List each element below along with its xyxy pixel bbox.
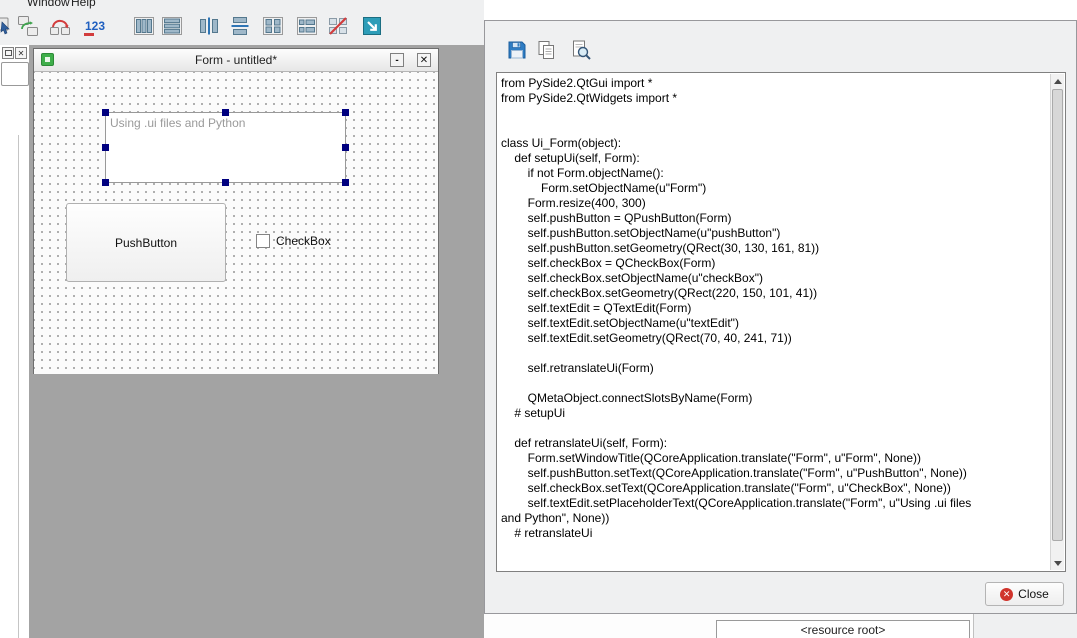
- layout-horizontal-splitter-icon[interactable]: [197, 14, 221, 38]
- view-code-dialog: from PySide2.QtGui import * from PySide2…: [484, 20, 1077, 614]
- minimize-button[interactable]: -: [390, 53, 404, 67]
- code-editor[interactable]: from PySide2.QtGui import * from PySide2…: [496, 72, 1066, 572]
- selection-handle[interactable]: [222, 109, 229, 116]
- save-icon[interactable]: [505, 38, 529, 62]
- mdi-area: Form - untitled* - ✕ Using .ui files and…: [29, 45, 484, 638]
- scroll-down-button[interactable]: [1051, 556, 1064, 570]
- layout-horizontal-icon[interactable]: [132, 14, 156, 38]
- checkbox-widget[interactable]: CheckBox: [256, 234, 331, 248]
- widget-box-panel: ✕: [0, 45, 29, 638]
- scroll-up-button[interactable]: [1051, 74, 1064, 88]
- toolbar: 123: [0, 9, 484, 46]
- layout-vertical-icon[interactable]: [160, 14, 184, 38]
- copy-icon[interactable]: [535, 38, 559, 62]
- resource-root-item[interactable]: <resource root>: [716, 620, 970, 638]
- chevron-up-icon: [1054, 79, 1062, 84]
- menu-window[interactable]: Window: [27, 0, 70, 9]
- dock-close-button[interactable]: ✕: [15, 47, 27, 59]
- selection-handle[interactable]: [342, 144, 349, 151]
- pushbutton-label: PushButton: [115, 236, 177, 250]
- qt-designer-window: Window Help 123: [0, 0, 1077, 638]
- resource-root-label: <resource root>: [801, 623, 886, 637]
- find-icon[interactable]: [569, 38, 593, 62]
- form-canvas[interactable]: Using .ui files and Python PushButton Ch…: [34, 72, 438, 374]
- vertical-scrollbar[interactable]: [1050, 74, 1064, 570]
- close-icon: ✕: [18, 49, 25, 58]
- close-icon: ✕: [1000, 588, 1013, 601]
- pushbutton-widget[interactable]: PushButton: [66, 203, 226, 282]
- menu-bar: Window Help: [0, 0, 484, 9]
- menu-help[interactable]: Help: [71, 0, 96, 9]
- resource-browser-panel: <resource root>: [484, 614, 1077, 638]
- edit-signals-slots-icon[interactable]: [16, 14, 40, 38]
- form-window-titlebar[interactable]: Form - untitled* - ✕: [34, 49, 438, 72]
- close-button-label: Close: [1018, 587, 1049, 601]
- scrollbar-thumb[interactable]: [1052, 89, 1063, 541]
- dialog-close-button[interactable]: ✕ Close: [985, 582, 1064, 606]
- selection-handle[interactable]: [102, 144, 109, 151]
- layout-grid-icon[interactable]: [261, 14, 285, 38]
- panel-divider: [18, 135, 19, 638]
- edit-buddies-icon[interactable]: [48, 14, 72, 38]
- layout-form-icon[interactable]: [295, 14, 319, 38]
- generated-code: from PySide2.QtGui import * from PySide2…: [497, 73, 1065, 544]
- form-designer-window: Form - untitled* - ✕ Using .ui files and…: [33, 48, 439, 374]
- checkbox-indicator[interactable]: [256, 234, 270, 248]
- widget-filter-input[interactable]: [1, 62, 29, 86]
- layout-vertical-splitter-icon[interactable]: [228, 14, 252, 38]
- checkbox-label: CheckBox: [276, 234, 331, 248]
- float-icon: [5, 50, 12, 56]
- adjust-size-icon[interactable]: [360, 14, 384, 38]
- edit-widgets-icon[interactable]: [0, 14, 15, 38]
- selection-handle[interactable]: [102, 179, 109, 186]
- close-button[interactable]: ✕: [417, 53, 431, 67]
- background-area: [484, 0, 1077, 20]
- chevron-down-icon: [1054, 561, 1062, 566]
- textedit-placeholder: Using .ui files and Python: [110, 116, 245, 130]
- selection-handle[interactable]: [102, 109, 109, 116]
- tab-order-mark: [84, 33, 94, 36]
- selection-handle[interactable]: [342, 179, 349, 186]
- break-layout-icon[interactable]: [326, 14, 350, 38]
- background-area: [973, 614, 1077, 638]
- tab-order-digits: 123: [85, 19, 105, 33]
- form-window-title: Form - untitled*: [34, 53, 438, 67]
- selection-handle[interactable]: [222, 179, 229, 186]
- edit-tab-order-icon[interactable]: 123: [80, 14, 110, 38]
- dock-float-button[interactable]: [2, 47, 14, 59]
- selection-handle[interactable]: [342, 109, 349, 116]
- textedit-widget[interactable]: Using .ui files and Python: [105, 112, 346, 183]
